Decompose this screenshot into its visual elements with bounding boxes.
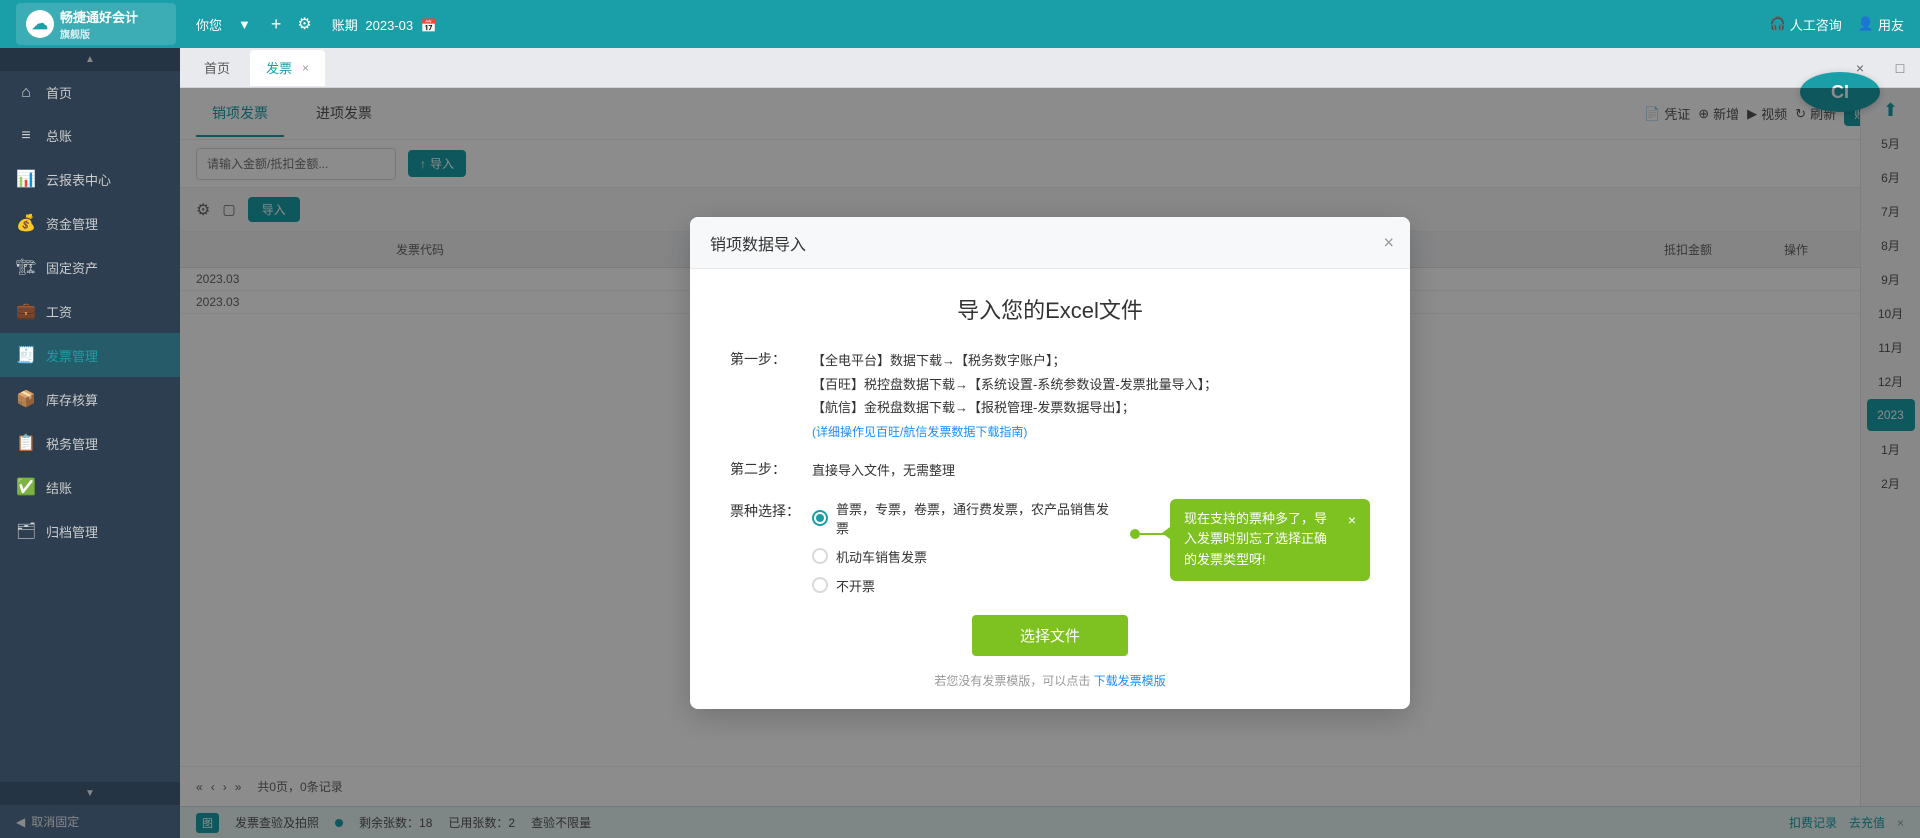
ticket-options: 普票，专票，卷票，通行费发票，农产品销售发票 机动车销售发票 不开票 — [812, 499, 1118, 595]
report-icon: 📊 — [16, 169, 36, 189]
tab-invoice[interactable]: 发票 × — [250, 50, 325, 86]
tooltip-box: × 现在支持的票种多了，导入发票时别忘了选择正确的发票类型呀! — [1170, 499, 1370, 581]
step1-link[interactable]: (详细操作见百旺/航信发票数据下载指南) — [812, 422, 1217, 444]
sidebar-item-report[interactable]: 📊 云报表中心 — [0, 157, 180, 201]
tax-icon: 📋 — [16, 433, 36, 453]
modal-header: 销项数据导入 × — [690, 217, 1410, 269]
sidebar-item-ledger[interactable]: ≡ 总账 — [0, 114, 180, 157]
invoice-icon: 🧾 — [16, 345, 36, 365]
radio-noticket[interactable]: 不开票 — [812, 576, 1118, 595]
topbar: ☁ 畅捷通好会计 旗舰版 你您 ▼ + ⚙ 账期 2023-03 📅 🎧 人工咨… — [0, 0, 1920, 48]
app-logo: ☁ 畅捷通好会计 旗舰版 — [16, 3, 176, 45]
sidebar-item-tax[interactable]: 📋 税务管理 — [0, 421, 180, 465]
step1-line3: 【航信】金税盘数据下载→【报税管理-发票数据导出】； — [812, 396, 1217, 419]
fund-icon: 💰 — [16, 213, 36, 233]
ledger-icon: ≡ — [16, 127, 36, 145]
company-name: 你您 — [196, 15, 222, 34]
tab-close-invoice[interactable]: × — [302, 61, 309, 75]
radio-normal[interactable]: 普票，专票，卷票，通行费发票，农产品销售发票 — [812, 499, 1118, 537]
headset-icon: 🎧 — [1770, 16, 1786, 32]
download-template-link[interactable]: 下载发票模版 — [1094, 674, 1166, 688]
radio-motor-circle[interactable] — [812, 548, 828, 564]
topbar-right: 🎧 人工咨询 👤 用友 — [1770, 15, 1904, 34]
ticket-label: 票种选择： — [730, 499, 800, 521]
user-icon: 👤 — [1858, 16, 1874, 32]
radio-motor[interactable]: 机动车销售发票 — [812, 547, 1118, 566]
modal-body: 导入您的Excel文件 第一步： 【全电平台】数据下载→【税务数字账户】； 【百… — [690, 269, 1410, 708]
radio-normal-circle[interactable] — [812, 510, 828, 526]
sidebar-item-home[interactable]: ⌂ 首页 — [0, 71, 180, 114]
step1-content: 【全电平台】数据下载→【税务数字账户】； 【百旺】税控盘数据下载→【系统设置-系… — [812, 349, 1217, 443]
tabbar: 首页 发票 × × □ — [180, 48, 1920, 88]
sidebar-item-inventory[interactable]: 📦 库存核算 — [0, 377, 180, 421]
sidebar-item-settle[interactable]: ✅ 结账 — [0, 465, 180, 509]
step1-line1: 【全电平台】数据下载→【税务数字账户】； — [812, 349, 1217, 372]
logo-icon: ☁ — [26, 10, 54, 38]
tooltip-dot — [1130, 529, 1140, 539]
home-icon: ⌂ — [16, 84, 36, 102]
inventory-icon: 📦 — [16, 389, 36, 409]
content-area: 首页 发票 × × □ 销项发票 进项发票 📄 凭证 — [180, 48, 1920, 838]
sidebar-scroll-up[interactable]: ▲ — [0, 48, 180, 71]
sidebar-item-archive[interactable]: 🗂 归档管理 — [0, 509, 180, 553]
sidebar-cancel-fixed[interactable]: ◀ 取消固定 — [0, 805, 180, 838]
settle-icon: ✅ — [16, 477, 36, 497]
radio-noticket-circle[interactable] — [812, 577, 828, 593]
consult-button[interactable]: 🎧 人工咨询 — [1770, 15, 1842, 34]
settings-icon[interactable]: ⚙ — [297, 14, 311, 34]
window-maximize-button[interactable]: □ — [1880, 48, 1920, 88]
user-menu[interactable]: 👤 用友 — [1858, 15, 1904, 34]
pin-icon: ◀ — [16, 815, 25, 829]
company-dropdown[interactable]: ▼ — [238, 17, 251, 32]
tab-home[interactable]: 首页 — [188, 50, 246, 86]
sidebar-nav: ⌂ 首页 ≡ 总账 📊 云报表中心 💰 资金管理 🏗 固定资产 💼 工资 — [0, 71, 180, 782]
select-file-button[interactable]: 选择文件 — [972, 615, 1128, 656]
sidebar-scroll-down[interactable]: ▼ — [0, 782, 180, 805]
import-modal: 销项数据导入 × 导入您的Excel文件 第一步： 【全电平台】数据下载→【税务… — [690, 217, 1410, 708]
app-name: 畅捷通好会计 旗舰版 — [60, 7, 138, 41]
tooltip-arrow — [1162, 527, 1170, 539]
sidebar-item-payroll[interactable]: 💼 工资 — [0, 289, 180, 333]
modal-overlay: 销项数据导入 × 导入您的Excel文件 第一步： 【全电平台】数据下载→【税务… — [180, 88, 1920, 838]
asset-icon: 🏗 — [16, 257, 36, 277]
ticket-select: 票种选择： 普票，专票，卷票，通行费发票，农产品销售发票 机动车销售发票 — [730, 499, 1370, 595]
main-layout: ▲ ⌂ 首页 ≡ 总账 📊 云报表中心 💰 资金管理 🏗 固定资产 — [0, 48, 1920, 838]
tooltip-close-button[interactable]: × — [1348, 509, 1356, 531]
select-file-section: 选择文件 — [730, 615, 1370, 656]
step1-row: 第一步： 【全电平台】数据下载→【税务数字账户】； 【百旺】税控盘数据下载→【系… — [730, 349, 1370, 443]
sidebar-item-asset[interactable]: 🏗 固定资产 — [0, 245, 180, 289]
add-button[interactable]: + — [271, 14, 282, 35]
tooltip-container: × 现在支持的票种多了，导入发票时别忘了选择正确的发票类型呀! — [1150, 499, 1370, 581]
step1-line2: 【百旺】税控盘数据下载→【系统设置-系统参数设置-发票批量导入】； — [812, 373, 1217, 396]
step2-content: 直接导入文件，无需整理 — [812, 459, 955, 482]
page-content: 销项发票 进项发票 📄 凭证 ⊕ 新增 ▶ 视频 — [180, 88, 1920, 838]
period-label: 账期 2023-03 📅 — [332, 15, 437, 34]
sidebar-item-invoice[interactable]: 🧾 发票管理 — [0, 333, 180, 377]
modal-close-button[interactable]: × — [1383, 232, 1394, 253]
step2-row: 第二步： 直接导入文件，无需整理 — [730, 459, 1370, 482]
step2-label: 第二步： — [730, 459, 800, 479]
modal-title: 销项数据导入 — [710, 231, 806, 255]
archive-icon: 🗂 — [16, 521, 36, 541]
step1-label: 第一步： — [730, 349, 800, 369]
modal-main-title: 导入您的Excel文件 — [730, 293, 1370, 325]
sidebar: ▲ ⌂ 首页 ≡ 总账 📊 云报表中心 💰 资金管理 🏗 固定资产 — [0, 48, 180, 838]
sidebar-item-fund[interactable]: 💰 资金管理 — [0, 201, 180, 245]
modal-footer: 若您没有发票模版，可以点击 下载发票模版 — [730, 672, 1370, 689]
payroll-icon: 💼 — [16, 301, 36, 321]
